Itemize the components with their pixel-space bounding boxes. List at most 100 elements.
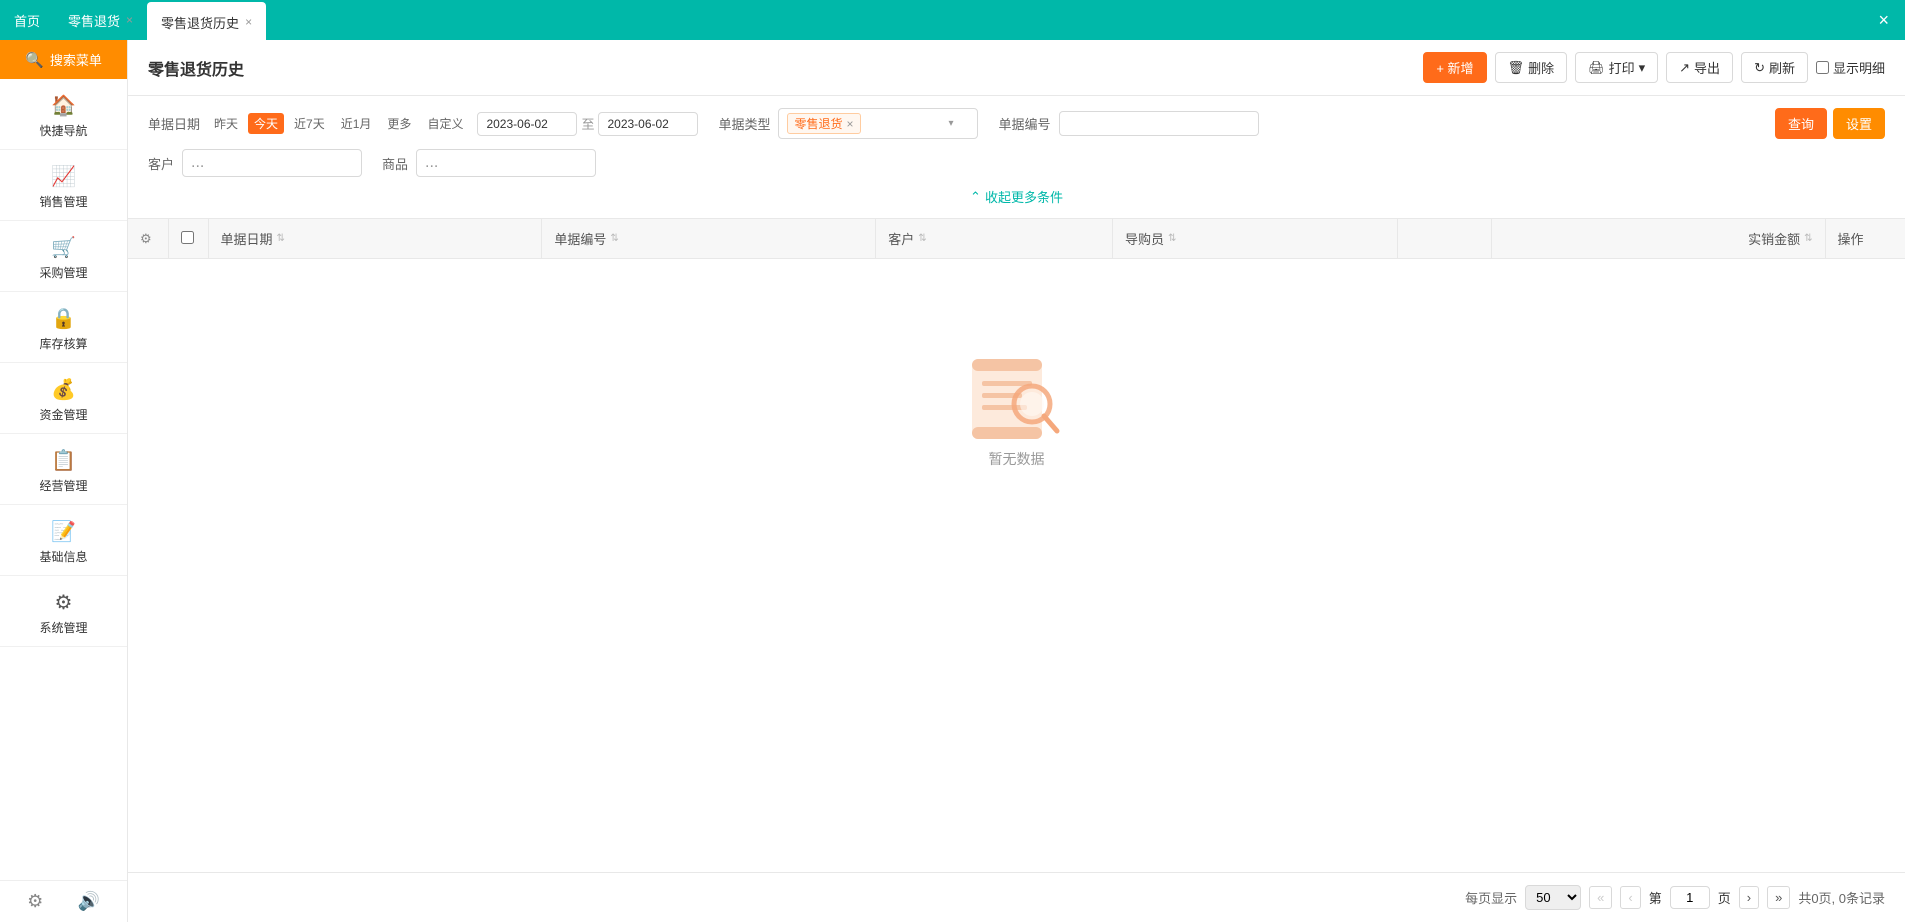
audio-footer-icon[interactable]: 🔊 xyxy=(77,891,99,912)
export-button[interactable]: ↗ 导出 xyxy=(1666,52,1733,83)
sidebar: 🔍 搜索菜单 🏠 快捷导航 📈 销售管理 🛒 采购管理 🔒 库存核算 💰 资金管… xyxy=(0,40,128,922)
date-separator: 至 xyxy=(581,114,594,133)
print-icon: 🖨 xyxy=(1588,60,1605,76)
settings-footer-icon[interactable]: ⚙ xyxy=(27,891,43,912)
page-last-button[interactable]: » xyxy=(1767,886,1790,909)
window-close-button[interactable]: × xyxy=(1862,10,1905,31)
th-customer: 客户 ⇅ xyxy=(876,219,1113,259)
tab-retail-return-close[interactable]: × xyxy=(126,13,133,27)
tab-home-label: 首页 xyxy=(14,11,40,30)
date-btn-today[interactable]: 今天 xyxy=(248,113,284,134)
guide-sort-icon[interactable]: ⇅ xyxy=(1168,234,1176,244)
th-guide: 导购员 ⇅ xyxy=(1112,219,1397,259)
basic-info-icon: 📝 xyxy=(51,519,76,544)
show-detail-checkbox-label[interactable]: 显示明细 xyxy=(1816,58,1885,77)
date-btn-more[interactable]: 更多 xyxy=(381,113,417,134)
date-btn-1month[interactable]: 近1月 xyxy=(335,113,378,134)
finance-icon: 💰 xyxy=(51,377,76,402)
system-icon: ⚙ xyxy=(55,590,73,615)
date-from-input[interactable] xyxy=(477,112,577,136)
th-bill-number: 单据编号 ⇅ xyxy=(542,219,876,259)
sidebar-item-quick-nav[interactable]: 🏠 快捷导航 xyxy=(0,79,127,150)
delete-button[interactable]: 🗑 删除 xyxy=(1495,52,1568,83)
amount-sort-icon[interactable]: ⇅ xyxy=(1804,234,1812,244)
collapse-up-icon: ⌃ xyxy=(970,189,981,205)
sidebar-item-inventory[interactable]: 🔒 库存核算 xyxy=(0,292,127,363)
bill-type-tag-close[interactable]: × xyxy=(847,117,854,131)
sidebar-item-finance-label: 资金管理 xyxy=(39,406,87,423)
date-btn-7days[interactable]: 近7天 xyxy=(288,113,331,134)
page-number-input[interactable] xyxy=(1670,886,1710,909)
filter-row-2: 客户 ... 商品 ... xyxy=(148,149,1885,177)
sidebar-item-sales[interactable]: 📈 销售管理 xyxy=(0,150,127,221)
bill-type-select[interactable]: 零售退货 × ▾ xyxy=(778,108,978,139)
bill-type-arrow-icon: ▾ xyxy=(948,118,953,129)
tab-retail-return-label: 零售退货 xyxy=(68,11,120,30)
refresh-button[interactable]: ↻ 刷新 xyxy=(1741,52,1808,83)
sidebar-item-inventory-label: 库存核算 xyxy=(39,335,87,352)
th-action-label: 操作 xyxy=(1838,232,1864,247)
bill-date-sort-icon[interactable]: ⇅ xyxy=(277,234,285,244)
collapse-button[interactable]: ⌃ 收起更多条件 xyxy=(970,187,1063,206)
th-spacer xyxy=(1398,219,1491,259)
query-settings-group: 查询 设置 xyxy=(1775,108,1885,139)
filter-customer: 客户 ... xyxy=(148,149,362,177)
sidebar-search[interactable]: 🔍 搜索菜单 xyxy=(0,40,127,79)
date-btn-yesterday[interactable]: 昨天 xyxy=(208,113,244,134)
empty-text: 暂无数据 xyxy=(989,449,1045,469)
select-all-checkbox[interactable] xyxy=(181,231,194,244)
print-button[interactable]: 🖨 打印 ▾ xyxy=(1575,52,1658,83)
sidebar-item-operation[interactable]: 📋 经营管理 xyxy=(0,434,127,505)
filter-row-1: 单据日期 昨天 今天 近7天 近1月 更多 自定义 至 xyxy=(148,108,1885,139)
th-customer-label: 客户 xyxy=(888,229,914,248)
sidebar-item-quick-nav-label: 快捷导航 xyxy=(39,122,87,139)
data-table: ⚙ 单据日期 ⇅ 单据编号 xyxy=(128,219,1905,549)
print-arrow-icon: ▾ xyxy=(1639,60,1646,76)
filter-bill-number: 单据编号 xyxy=(998,111,1258,136)
purchase-icon: 🛒 xyxy=(51,235,76,260)
content-area: 零售退货历史 + 新增 🗑 删除 🖨 打印 ▾ ↗ 导出 ↻ xyxy=(128,40,1905,922)
page-title: 零售退货历史 xyxy=(148,56,244,92)
page-header: 零售退货历史 + 新增 🗑 删除 🖨 打印 ▾ ↗ 导出 ↻ xyxy=(128,40,1905,96)
sidebar-item-operation-label: 经营管理 xyxy=(39,477,87,494)
sales-icon: 📈 xyxy=(51,164,76,189)
page-label: 第 xyxy=(1649,888,1662,907)
bill-number-input[interactable] xyxy=(1059,111,1259,136)
date-to-input[interactable] xyxy=(598,112,698,136)
tab-retail-return-history[interactable]: 零售退货历史 × xyxy=(147,2,266,42)
page-size-select[interactable]: 50 100 200 xyxy=(1525,885,1581,910)
th-action: 操作 xyxy=(1825,219,1905,259)
date-btn-custom[interactable]: 自定义 xyxy=(421,113,469,134)
tab-retail-return[interactable]: 零售退货 × xyxy=(54,0,147,40)
bill-type-label: 单据类型 xyxy=(718,114,770,133)
show-detail-checkbox[interactable] xyxy=(1816,61,1829,74)
refresh-icon: ↻ xyxy=(1754,60,1765,76)
search-icon: 🔍 xyxy=(25,51,44,69)
bill-number-label: 单据编号 xyxy=(998,114,1050,133)
tab-home[interactable]: 首页 xyxy=(0,0,54,40)
customer-select[interactable]: ... xyxy=(182,149,362,177)
query-button[interactable]: 查询 xyxy=(1775,108,1827,139)
add-button[interactable]: + 新增 xyxy=(1423,52,1486,83)
th-bill-number-label: 单据编号 xyxy=(554,229,606,248)
bill-number-sort-icon[interactable]: ⇅ xyxy=(610,234,618,244)
page-next-button[interactable]: › xyxy=(1739,886,1759,909)
table-settings-icon[interactable]: ⚙ xyxy=(140,231,152,246)
operation-icon: 📋 xyxy=(51,448,76,473)
goods-select[interactable]: ... xyxy=(416,149,596,177)
page-first-button[interactable]: « xyxy=(1589,886,1612,909)
sidebar-item-basic-info[interactable]: 📝 基础信息 xyxy=(0,505,127,576)
customer-sort-icon[interactable]: ⇅ xyxy=(918,234,926,244)
page-prev-button[interactable]: ‹ xyxy=(1620,886,1640,909)
sidebar-item-system-label: 系统管理 xyxy=(39,619,87,636)
sidebar-item-sales-label: 销售管理 xyxy=(39,193,87,210)
sidebar-item-purchase[interactable]: 🛒 采购管理 xyxy=(0,221,127,292)
settings-button[interactable]: 设置 xyxy=(1833,108,1885,139)
sidebar-item-purchase-label: 采购管理 xyxy=(39,264,87,281)
page-unit: 页 xyxy=(1718,888,1731,907)
sidebar-item-system[interactable]: ⚙ 系统管理 xyxy=(0,576,127,647)
inventory-icon: 🔒 xyxy=(51,306,76,331)
tab-retail-return-history-close[interactable]: × xyxy=(245,15,252,29)
goods-dots: ... xyxy=(425,154,438,172)
sidebar-item-finance[interactable]: 💰 资金管理 xyxy=(0,363,127,434)
